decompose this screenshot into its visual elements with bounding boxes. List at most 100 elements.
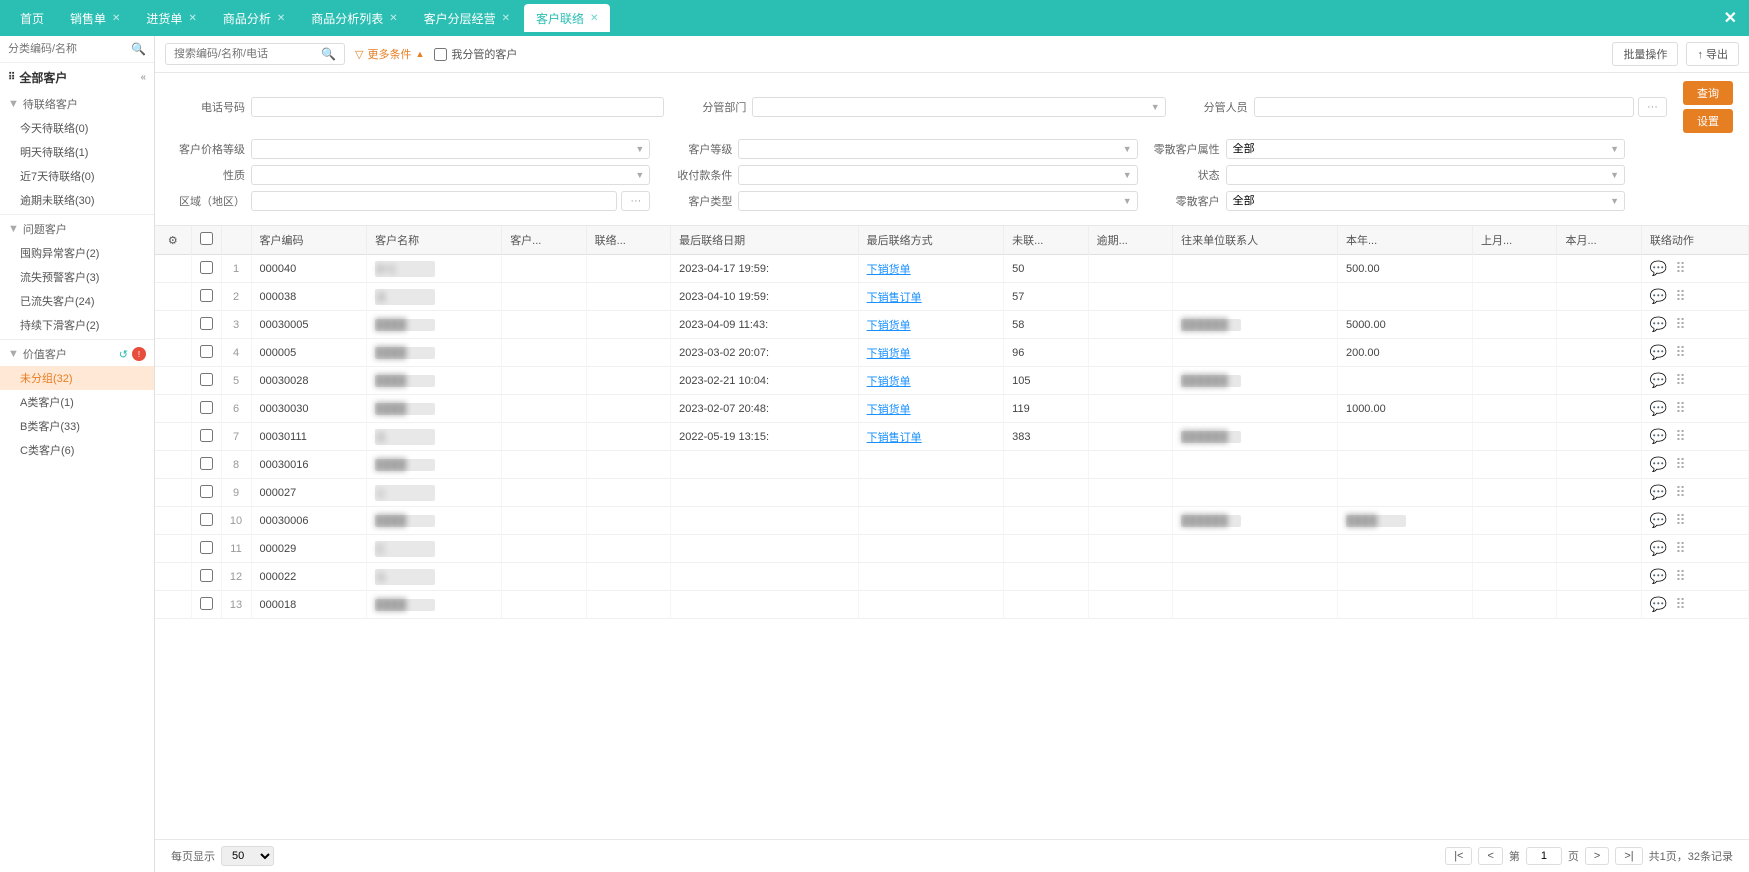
row-checkbox[interactable] — [200, 345, 213, 358]
sidebar-item-continuous-decline[interactable]: 持续下滑客户(2) — [0, 313, 154, 337]
close-customer-contact-tab-icon[interactable]: ✕ — [590, 13, 598, 24]
row-checkbox[interactable] — [200, 513, 213, 526]
tab-sales[interactable]: 销售单 ✕ — [58, 4, 132, 32]
associated-contact-column-header[interactable]: 往来单位联系人 — [1173, 226, 1338, 255]
sidebar-item-7days-waiting[interactable]: 近7天待联络(0) — [0, 164, 154, 188]
close-purchase-tab-icon[interactable]: ✕ — [188, 13, 196, 24]
row-gear[interactable] — [155, 339, 191, 367]
last-contact-method-link[interactable]: 下销货单 — [867, 264, 911, 276]
tab-home[interactable]: 首页 — [8, 4, 56, 32]
grid-action-icon[interactable]: ⠿ — [1675, 400, 1685, 417]
grid-action-icon[interactable]: ⠿ — [1675, 512, 1685, 529]
query-btn[interactable]: 查询 — [1683, 81, 1733, 105]
row-gear[interactable] — [155, 283, 191, 311]
row-last-contact-method[interactable] — [858, 563, 1004, 591]
window-close-icon[interactable]: ✕ — [1724, 8, 1737, 28]
row-gear[interactable] — [155, 423, 191, 451]
filter-search-icon[interactable]: 🔍 — [321, 47, 336, 61]
settings-btn[interactable]: 设置 — [1683, 109, 1733, 133]
tab-product-analysis[interactable]: 商品分析 ✕ — [211, 4, 297, 32]
close-sales-tab-icon[interactable]: ✕ — [112, 13, 120, 24]
sidebar-item-hoarding-anomaly[interactable]: 囤购异常客户(2) — [0, 241, 154, 265]
row-gear[interactable] — [155, 255, 191, 283]
grid-action-icon[interactable]: ⠿ — [1675, 596, 1685, 613]
sidebar-item-ungrouped[interactable]: 未分组(32) — [0, 366, 154, 390]
tab-customer-segment[interactable]: 客户分层经营 ✕ — [412, 4, 522, 32]
code-column-header[interactable]: 客户编码 — [251, 226, 367, 255]
row-last-contact-method[interactable]: 下销货单 — [858, 311, 1004, 339]
price-level-select[interactable] — [251, 139, 650, 159]
select-all-checkbox[interactable] — [200, 232, 213, 245]
region-ellipsis-btn[interactable]: ··· — [621, 191, 650, 211]
chat-icon[interactable]: 💬 — [1650, 596, 1667, 613]
row-last-contact-method[interactable]: 下销货单 — [858, 367, 1004, 395]
sidebar-item-a-class[interactable]: A类客户(1) — [0, 390, 154, 414]
chat-icon[interactable]: 💬 — [1650, 316, 1667, 333]
sidebar-item-today-waiting[interactable]: 今天待联络(0) — [0, 116, 154, 140]
nature-select[interactable] — [251, 165, 650, 185]
close-product-analysis-list-tab-icon[interactable]: ✕ — [389, 13, 397, 24]
last-page-btn[interactable]: >| — [1615, 847, 1642, 865]
chat-icon[interactable]: 💬 — [1650, 260, 1667, 277]
grid-action-icon[interactable]: ⠿ — [1675, 456, 1685, 473]
contact-column-header[interactable]: 联络... — [586, 226, 670, 255]
this-month-column-header[interactable]: 本月... — [1557, 226, 1641, 255]
sparse-attr-select[interactable]: 全部 — [1226, 139, 1625, 159]
chat-icon[interactable]: 💬 — [1650, 428, 1667, 445]
manager-input[interactable] — [1254, 97, 1634, 117]
next-page-btn[interactable]: > — [1585, 847, 1609, 865]
row-checkbox[interactable] — [200, 317, 213, 330]
sidebar-item-churn-warning[interactable]: 流失预警客户(3) — [0, 265, 154, 289]
prev-page-btn[interactable]: < — [1478, 847, 1502, 865]
overdue-column-header[interactable]: 逾期... — [1088, 226, 1172, 255]
chat-icon[interactable]: 💬 — [1650, 484, 1667, 501]
grid-action-icon[interactable]: ⠿ — [1675, 260, 1685, 277]
sidebar-item-b-class[interactable]: B类客户(33) — [0, 414, 154, 438]
page-number-input[interactable] — [1526, 847, 1562, 865]
row-gear[interactable] — [155, 367, 191, 395]
filter-search-input[interactable] — [174, 48, 317, 60]
row-last-contact-method[interactable]: 下销售订单 — [858, 283, 1004, 311]
row-last-contact-method[interactable] — [858, 591, 1004, 619]
sidebar-search-input[interactable] — [8, 43, 127, 55]
last-contact-method-link[interactable]: 下销货单 — [867, 348, 911, 360]
grid-action-icon[interactable]: ⠿ — [1675, 316, 1685, 333]
last-month-column-header[interactable]: 上月... — [1472, 226, 1556, 255]
customer-type-select[interactable] — [738, 191, 1137, 211]
manager-ellipsis-btn[interactable]: ··· — [1638, 97, 1667, 117]
not-contacted-column-header[interactable]: 未联... — [1004, 226, 1088, 255]
row-gear[interactable] — [155, 451, 191, 479]
grid-action-icon[interactable]: ⠿ — [1675, 372, 1685, 389]
row-gear[interactable] — [155, 311, 191, 339]
chat-icon[interactable]: 💬 — [1650, 512, 1667, 529]
close-product-analysis-tab-icon[interactable]: ✕ — [277, 13, 285, 24]
chat-icon[interactable]: 💬 — [1650, 568, 1667, 585]
customer-level-select[interactable] — [738, 139, 1137, 159]
row-checkbox[interactable] — [200, 289, 213, 302]
per-page-select[interactable]: 50 100 — [221, 846, 274, 866]
collapse-sidebar-icon[interactable]: « — [140, 72, 146, 83]
grid-action-icon[interactable]: ⠿ — [1675, 288, 1685, 305]
status-select[interactable] — [1226, 165, 1625, 185]
row-last-contact-method[interactable]: 下销货单 — [858, 339, 1004, 367]
close-customer-segment-tab-icon[interactable]: ✕ — [502, 13, 510, 24]
row-gear[interactable] — [155, 535, 191, 563]
first-page-btn[interactable]: |< — [1445, 847, 1472, 865]
chat-icon[interactable]: 💬 — [1650, 400, 1667, 417]
row-last-contact-method[interactable] — [858, 507, 1004, 535]
tab-customer-contact[interactable]: 客户联络 ✕ — [524, 4, 610, 32]
my-customers-checkbox-container[interactable]: 我分管的客户 — [434, 46, 517, 62]
row-checkbox[interactable] — [200, 261, 213, 274]
tab-product-analysis-list[interactable]: 商品分析列表 ✕ — [299, 4, 409, 32]
sparse-customer-select[interactable]: 全部 — [1226, 191, 1625, 211]
value-customers-group[interactable]: ▼ 价值客户 ↺ ! — [0, 342, 154, 366]
grid-action-icon[interactable]: ⠿ — [1675, 428, 1685, 445]
batch-operations-btn[interactable]: 批量操作 — [1612, 42, 1678, 66]
chat-icon[interactable]: 💬 — [1650, 288, 1667, 305]
type-column-header[interactable]: 客户... — [502, 226, 586, 255]
row-gear[interactable] — [155, 507, 191, 535]
phone-input[interactable] — [251, 97, 664, 117]
chat-icon[interactable]: 💬 — [1650, 456, 1667, 473]
sidebar-search-icon[interactable]: 🔍 — [131, 42, 146, 56]
last-contact-date-column-header[interactable]: 最后联络日期 — [671, 226, 859, 255]
